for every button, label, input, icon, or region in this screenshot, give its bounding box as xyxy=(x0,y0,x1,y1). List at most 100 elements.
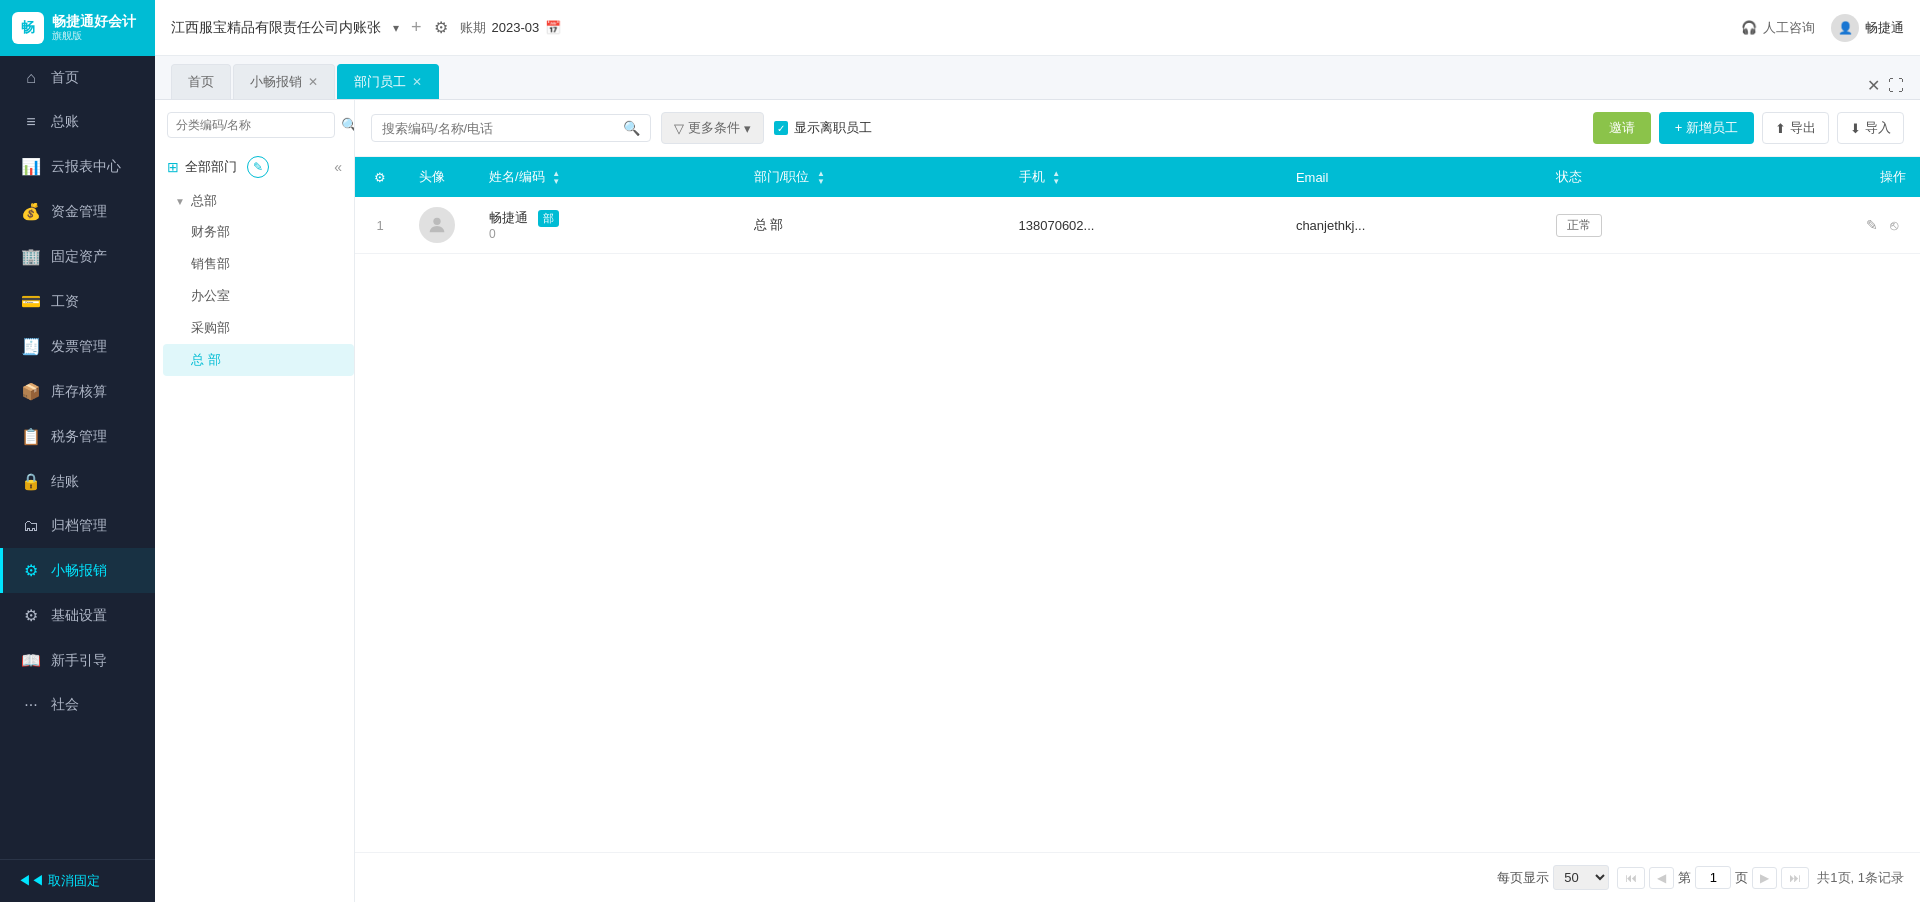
search-input[interactable] xyxy=(382,121,615,136)
sidebar-item-salary[interactable]: 💳 工资 xyxy=(0,279,155,324)
page-input[interactable] xyxy=(1695,866,1731,889)
topbar-right: 🎧 人工咨询 👤 畅捷通 xyxy=(1741,14,1904,42)
sidebar-item-expense[interactable]: ⚙ 小畅报销 xyxy=(0,548,155,593)
sidebar-item-reports[interactable]: 📊 云报表中心 xyxy=(0,144,155,189)
col-phone[interactable]: 手机 ▲▼ xyxy=(1005,157,1282,197)
employee-table: ⚙ 头像 姓名/编码 ▲▼ 部门/职位 ▲▼ xyxy=(355,157,1920,254)
headset-icon: 🎧 xyxy=(1741,20,1757,35)
home-icon: ⌂ xyxy=(21,69,41,87)
prev-page-button[interactable]: ◀ xyxy=(1649,867,1674,889)
department-panel: 🔍 ⊞ 全部部门 ✎ « ▼ 总部 财务部 销售部 xyxy=(155,100,355,902)
sidebar-item-inventory[interactable]: 📦 库存核算 xyxy=(0,369,155,414)
next-page-button[interactable]: ▶ xyxy=(1752,867,1777,889)
first-page-button[interactable]: ⏮ xyxy=(1617,867,1645,889)
more-icon: ··· xyxy=(21,696,41,714)
sidebar-item-close[interactable]: 🔒 结账 xyxy=(0,459,155,504)
dept-collapse-icon[interactable]: « xyxy=(334,159,342,175)
status-badge: 正常 xyxy=(1556,214,1602,237)
period-value: 2023-03 xyxy=(492,20,540,35)
dept-badge: 部 xyxy=(538,210,559,227)
invite-button[interactable]: 邀请 xyxy=(1593,112,1651,144)
search-icon[interactable]: 🔍 xyxy=(623,120,640,136)
sidebar-item-guide[interactable]: 📖 新手引导 xyxy=(0,638,155,683)
search-box: 🔍 xyxy=(371,114,651,142)
dept-child-purchase[interactable]: 采购部 xyxy=(163,312,354,344)
cell-dept: 总 部 xyxy=(740,197,1005,254)
tab-employees-close[interactable]: ✕ xyxy=(412,75,422,89)
support-button[interactable]: 🎧 人工咨询 xyxy=(1741,19,1815,37)
expand-icon[interactable]: ⛶ xyxy=(1888,77,1904,95)
sidebar: 畅 畅捷通好会计 旗舰版 ⌂ 首页 ≡ 总账 📊 云报表中心 💰 资金管理 🏢 … xyxy=(0,0,155,902)
employee-name: 畅捷通 部 xyxy=(489,209,726,227)
show-resigned-checkbox[interactable]: ✓ 显示离职员工 xyxy=(774,119,872,137)
main-area: 江西服宝精品有限责任公司内账张 ▾ + ⚙ 账期 2023-03 📅 🎧 人工咨… xyxy=(155,0,1920,902)
col-email: Email xyxy=(1282,157,1542,197)
tab-expense[interactable]: 小畅报销 ✕ xyxy=(233,64,335,99)
close-account-icon: 🔒 xyxy=(21,472,41,491)
sidebar-item-invoice[interactable]: 🧾 发票管理 xyxy=(0,324,155,369)
expense-icon: ⚙ xyxy=(21,561,41,580)
inventory-icon: 📦 xyxy=(21,382,41,401)
dept-search-icon[interactable]: 🔍 xyxy=(341,117,355,133)
col-settings[interactable]: ⚙ xyxy=(355,157,405,197)
filter-icon: ▽ xyxy=(674,121,684,136)
col-name-code[interactable]: 姓名/编码 ▲▼ xyxy=(475,157,740,197)
more-filter-button[interactable]: ▽ 更多条件 ▾ xyxy=(661,112,764,144)
dept-child-office[interactable]: 办公室 xyxy=(163,280,354,312)
company-dropdown-icon[interactable]: ▾ xyxy=(393,21,399,35)
dept-group-root[interactable]: ▼ 总部 xyxy=(163,186,354,216)
company-name: 江西服宝精品有限责任公司内账张 xyxy=(171,19,381,37)
sidebar-item-ledger[interactable]: ≡ 总账 xyxy=(0,100,155,144)
last-page-button[interactable]: ⏭ xyxy=(1781,867,1809,889)
dept-search-area: 🔍 xyxy=(155,112,354,148)
edit-button[interactable]: ✎ xyxy=(1866,217,1878,233)
all-departments[interactable]: ⊞ 全部部门 ✎ « xyxy=(155,148,354,186)
page-size-select[interactable]: 10 20 50 100 xyxy=(1553,865,1609,890)
dept-child-sales[interactable]: 销售部 xyxy=(163,248,354,280)
delete-button[interactable]: ⎋ xyxy=(1890,217,1898,233)
sidebar-item-home[interactable]: ⌂ 首页 xyxy=(0,56,155,100)
cell-name-code: 畅捷通 部 0 xyxy=(475,197,740,254)
sidebar-item-archive[interactable]: 🗂 归档管理 xyxy=(0,504,155,548)
page-suffix: 页 xyxy=(1735,869,1748,887)
logo-icon: 畅 xyxy=(12,12,44,44)
cell-index: 1 xyxy=(355,197,405,254)
col-status: 状态 xyxy=(1542,157,1740,197)
calendar-icon[interactable]: 📅 xyxy=(545,20,561,35)
sidebar-logo: 畅 畅捷通好会计 旗舰版 xyxy=(0,0,155,56)
basic-icon: ⚙ xyxy=(21,606,41,625)
user-menu[interactable]: 👤 畅捷通 xyxy=(1831,14,1904,42)
assets-icon: 🏢 xyxy=(21,247,41,266)
toolbar-right: 邀请 + 新增员工 ⬆ 导出 ⬇ 导入 xyxy=(1593,112,1904,144)
tab-expense-close[interactable]: ✕ xyxy=(308,75,318,89)
tab-home[interactable]: 首页 xyxy=(171,64,231,99)
sidebar-item-basic[interactable]: ⚙ 基础设置 xyxy=(0,593,155,638)
col-dept-position[interactable]: 部门/职位 ▲▼ xyxy=(740,157,1005,197)
sidebar-item-capital[interactable]: 💰 资金管理 xyxy=(0,189,155,234)
unpin-button[interactable]: ◀◀ 取消固定 xyxy=(0,859,155,902)
cell-status: 正常 xyxy=(1542,197,1740,254)
settings-icon[interactable]: ⚙ xyxy=(434,18,448,37)
dept-search-input[interactable] xyxy=(167,112,335,138)
sidebar-item-more[interactable]: ··· 社会 xyxy=(0,683,155,727)
close-tab-icon[interactable]: ✕ xyxy=(1867,76,1880,95)
guide-icon: 📖 xyxy=(21,651,41,670)
dept-child-finance[interactable]: 财务部 xyxy=(163,216,354,248)
dept-edit-button[interactable]: ✎ xyxy=(247,156,269,178)
page-size-selector: 每页显示 10 20 50 100 xyxy=(1497,865,1609,890)
add-employee-button[interactable]: + 新增员工 xyxy=(1659,112,1754,144)
sidebar-item-assets[interactable]: 🏢 固定资产 xyxy=(0,234,155,279)
add-company-button[interactable]: + xyxy=(411,17,422,38)
tab-employees[interactable]: 部门员工 ✕ xyxy=(337,64,439,99)
sort-dept-icon: ▲▼ xyxy=(817,170,825,186)
cell-email: chanjethkj... xyxy=(1282,197,1542,254)
reports-icon: 📊 xyxy=(21,157,41,176)
triangle-icon: ▼ xyxy=(175,196,185,207)
sidebar-item-tax[interactable]: 📋 税务管理 xyxy=(0,414,155,459)
dept-child-general[interactable]: 总 部 xyxy=(163,344,354,376)
topbar: 江西服宝精品有限责任公司内账张 ▾ + ⚙ 账期 2023-03 📅 🎧 人工咨… xyxy=(155,0,1920,56)
checkbox-icon: ✓ xyxy=(774,121,788,135)
export-button[interactable]: ⬆ 导出 xyxy=(1762,112,1829,144)
pagination: 每页显示 10 20 50 100 ⏮ ◀ 第 页 ▶ ⏭ xyxy=(355,852,1920,902)
import-button[interactable]: ⬇ 导入 xyxy=(1837,112,1904,144)
